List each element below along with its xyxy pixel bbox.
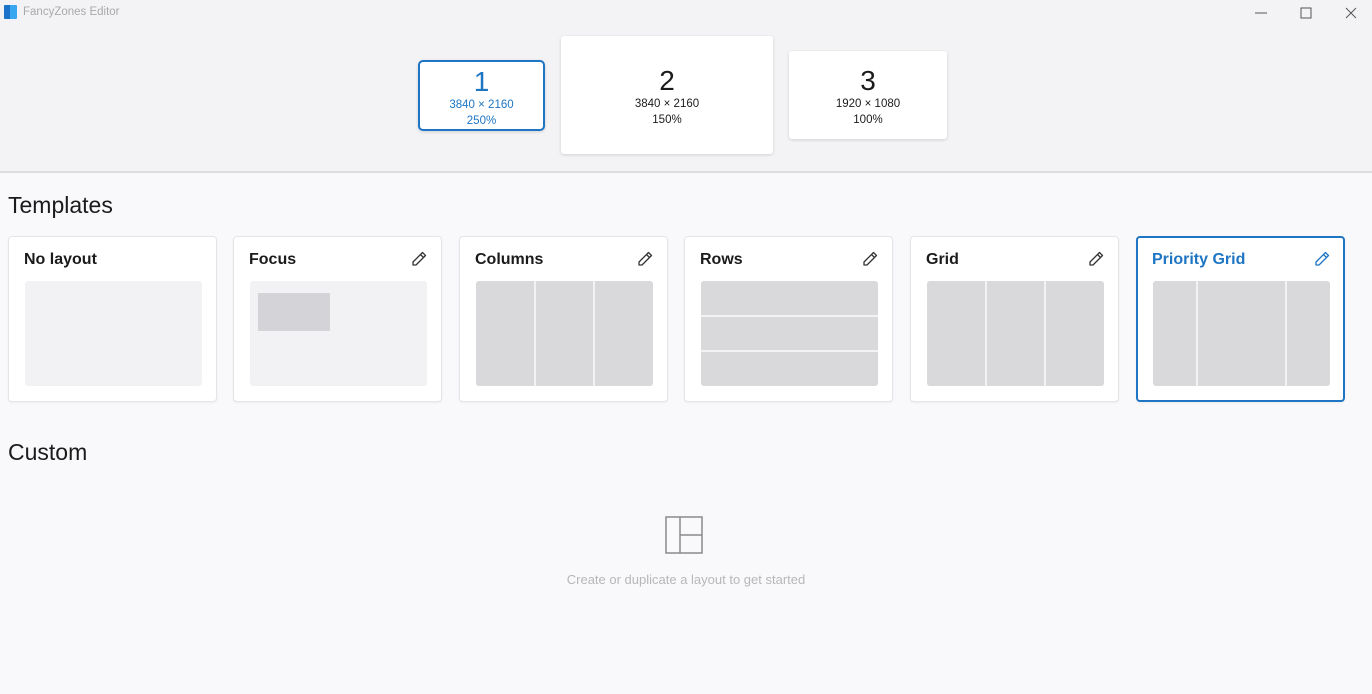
edit-layout-button[interactable] bbox=[1086, 249, 1106, 269]
monitor-selector: 1 3840 × 2160 250% 2 3840 × 2160 150% 3 … bbox=[0, 26, 1372, 173]
template-card-no-layout[interactable]: No layout bbox=[8, 236, 217, 402]
edit-layout-button[interactable] bbox=[860, 249, 880, 269]
monitor-3[interactable]: 3 1920 × 1080 100% bbox=[789, 51, 947, 139]
zone bbox=[927, 281, 985, 386]
monitor-resolution: 3840 × 2160 bbox=[634, 98, 700, 110]
pencil-icon bbox=[1089, 251, 1104, 266]
maximize-icon bbox=[1300, 7, 1312, 19]
zone bbox=[535, 281, 594, 386]
template-label: Focus bbox=[249, 251, 297, 268]
zone bbox=[701, 316, 878, 351]
template-card-priority-grid[interactable]: Priority Grid bbox=[1136, 236, 1345, 402]
template-label: Rows bbox=[700, 251, 743, 268]
edit-layout-button[interactable] bbox=[635, 249, 655, 269]
monitor-scale: 250% bbox=[466, 115, 497, 127]
zone bbox=[1153, 281, 1196, 386]
maximize-button[interactable] bbox=[1283, 0, 1329, 26]
pencil-icon bbox=[1315, 251, 1330, 266]
zone bbox=[701, 281, 878, 315]
zone bbox=[476, 281, 534, 386]
zone bbox=[1198, 281, 1285, 386]
pencil-icon bbox=[412, 251, 427, 266]
monitor-number: 3 bbox=[860, 65, 876, 96]
pencil-icon bbox=[638, 251, 653, 266]
template-label: Grid bbox=[926, 251, 959, 268]
app-logo-icon bbox=[4, 5, 17, 19]
layout-preview bbox=[25, 281, 202, 386]
custom-heading: Custom bbox=[8, 439, 88, 465]
empty-state-message: Create or duplicate a layout to get star… bbox=[566, 572, 806, 587]
layout-preview bbox=[701, 281, 878, 386]
layout-icon bbox=[665, 516, 703, 554]
close-button[interactable] bbox=[1328, 0, 1372, 26]
monitor-number: 2 bbox=[659, 65, 675, 96]
layout-preview bbox=[476, 281, 653, 386]
monitor-resolution: 3840 × 2160 bbox=[449, 99, 514, 111]
monitor-scale: 100% bbox=[853, 114, 883, 126]
monitor-1[interactable]: 1 3840 × 2160 250% bbox=[418, 60, 545, 131]
zone bbox=[1287, 281, 1330, 386]
template-card-focus[interactable]: Focus bbox=[233, 236, 442, 402]
zone bbox=[595, 281, 653, 386]
title-bar: FancyZones Editor bbox=[0, 0, 1372, 26]
templates-heading: Templates bbox=[8, 192, 113, 218]
layout-preview bbox=[927, 281, 1104, 386]
pencil-icon bbox=[863, 251, 878, 266]
template-label: Columns bbox=[475, 251, 544, 268]
minimize-button[interactable] bbox=[1238, 0, 1284, 26]
zone bbox=[986, 281, 1045, 386]
template-card-columns[interactable]: Columns bbox=[459, 236, 668, 402]
zone bbox=[701, 352, 878, 386]
template-card-grid[interactable]: Grid bbox=[910, 236, 1119, 402]
monitor-scale: 150% bbox=[652, 114, 682, 126]
monitor-2[interactable]: 2 3840 × 2160 150% bbox=[561, 36, 773, 154]
layout-preview bbox=[1153, 281, 1330, 386]
edit-layout-button[interactable] bbox=[1312, 249, 1332, 269]
edit-layout-button[interactable] bbox=[409, 249, 429, 269]
monitor-resolution: 1920 × 1080 bbox=[835, 98, 901, 110]
template-label: Priority Grid bbox=[1152, 251, 1246, 268]
close-icon bbox=[1345, 7, 1357, 19]
zone bbox=[258, 293, 330, 331]
window-title: FancyZones Editor bbox=[23, 6, 120, 18]
template-card-rows[interactable]: Rows bbox=[684, 236, 893, 402]
minimize-icon bbox=[1255, 12, 1267, 14]
zone bbox=[1046, 281, 1104, 386]
monitor-number: 1 bbox=[473, 66, 490, 97]
layout-preview bbox=[250, 281, 427, 386]
template-label: No layout bbox=[24, 251, 97, 268]
